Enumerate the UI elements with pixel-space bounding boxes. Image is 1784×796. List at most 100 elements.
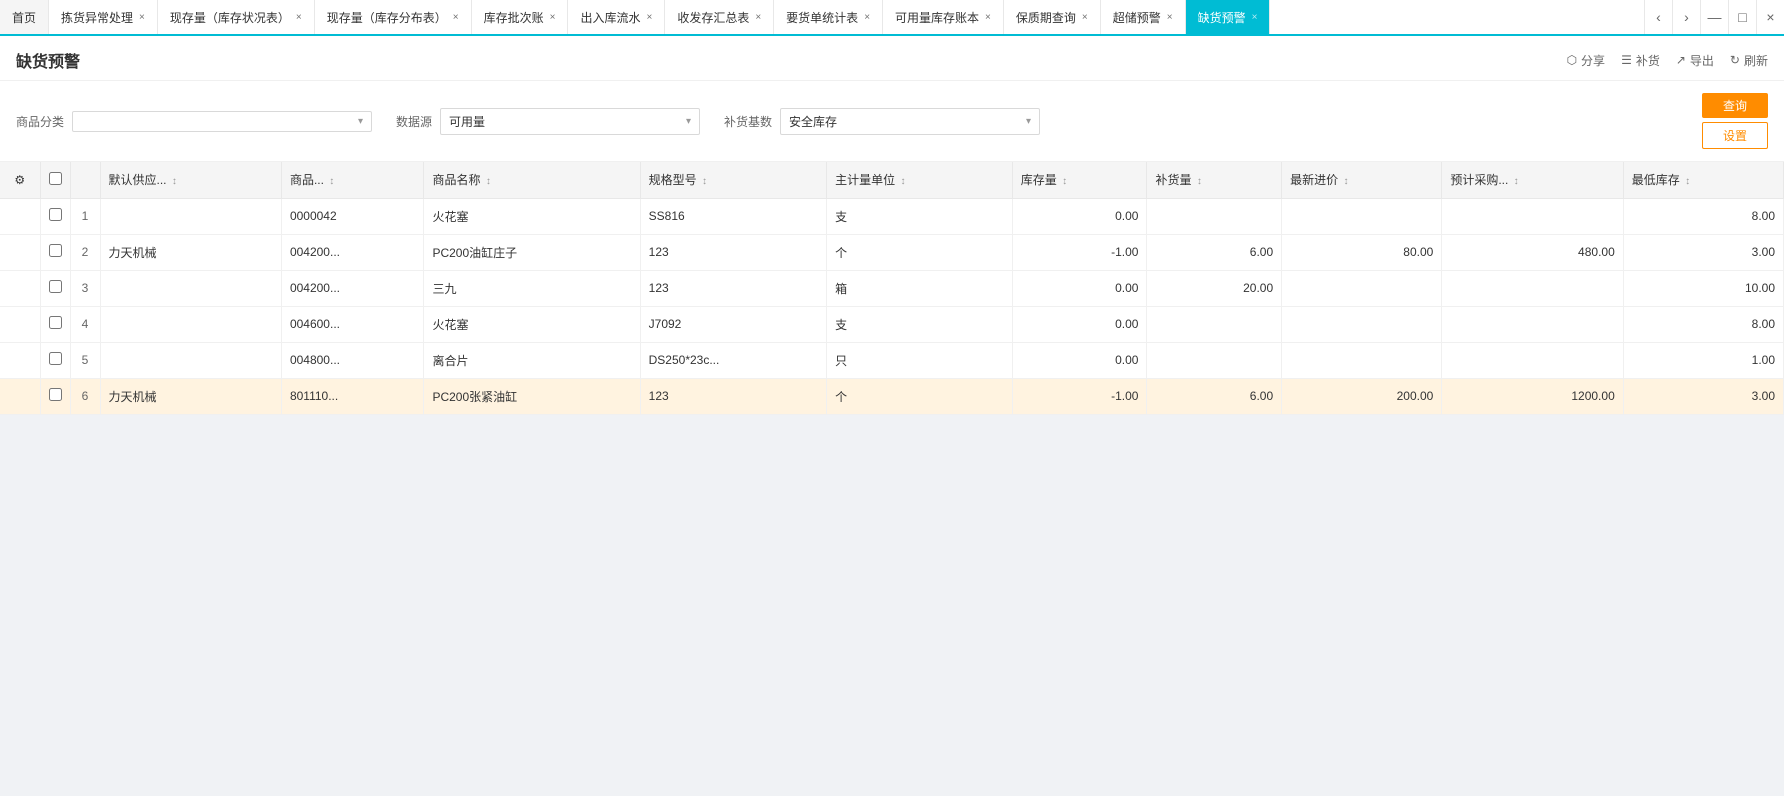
tab-flow[interactable]: 出入库流水 ×: [568, 0, 665, 34]
table-body: 1 0000042 火花塞 SS816 支 0.00 8.00 2 力天机械 0…: [0, 198, 1784, 414]
tab-nav-buttons: ‹ › — □ ×: [1644, 0, 1784, 35]
row-checkbox-cell-3[interactable]: [40, 306, 70, 342]
tab-close-batch[interactable]: ×: [550, 12, 556, 23]
col-unit[interactable]: 主计量单位 ↕: [827, 162, 1013, 198]
row-latest-price-5: 200.00: [1282, 378, 1442, 414]
table-row: 6 力天机械 801110... PC200张紧油缸 123 个 -1.00 6…: [0, 378, 1784, 414]
row-checkbox-1[interactable]: [49, 244, 62, 257]
row-unit-2: 箱: [827, 270, 1013, 306]
query-button[interactable]: 查询: [1702, 93, 1768, 118]
datasource-select[interactable]: 可用量 ▾: [440, 108, 700, 135]
tab-close-abnormal[interactable]: ×: [139, 12, 145, 23]
tab-stock-status[interactable]: 现存量（库存状况表） ×: [158, 0, 315, 34]
productcode-sort-icon: ↕: [329, 176, 334, 187]
row-gear-4: [0, 342, 40, 378]
row-product-name-1: PC200油缸庄子: [424, 234, 640, 270]
tab-close-stock-status[interactable]: ×: [296, 12, 302, 23]
col-gear[interactable]: ⚙: [0, 162, 40, 198]
tab-close-overstock[interactable]: ×: [1167, 12, 1173, 23]
tab-stock-dist[interactable]: 现存量（库存分布表） ×: [315, 0, 472, 34]
row-unit-1: 个: [827, 234, 1013, 270]
row-checkbox-5[interactable]: [49, 388, 62, 401]
row-checkbox-cell-0[interactable]: [40, 198, 70, 234]
tab-close-shortage[interactable]: ×: [1252, 12, 1258, 23]
tab-abnormal[interactable]: 拣货异常处理 ×: [49, 0, 158, 34]
col-rownum: [70, 162, 100, 198]
unit-sort-icon: ↕: [900, 176, 905, 187]
row-checkbox-cell-5[interactable]: [40, 378, 70, 414]
replenish-base-dropdown-icon: ▾: [1026, 116, 1031, 127]
row-checkbox-4[interactable]: [49, 352, 62, 365]
row-min-stock-5: 3.00: [1623, 378, 1783, 414]
row-spec-1: 123: [640, 234, 826, 270]
col-checkbox-header[interactable]: [40, 162, 70, 198]
row-min-stock-0: 8.00: [1623, 198, 1783, 234]
tab-close-expiry[interactable]: ×: [1082, 12, 1088, 23]
tab-overstock[interactable]: 超储预警 ×: [1101, 0, 1186, 34]
category-dropdown-icon: ▾: [358, 116, 363, 127]
filter-bar: 商品分类 ▾ 数据源 可用量 ▾ 补货基数 安全库存 ▾ 查询 设置: [0, 81, 1784, 162]
gear-header-icon[interactable]: ⚙: [14, 173, 25, 187]
row-replenish-0: [1147, 198, 1282, 234]
tab-requisition[interactable]: 要货单统计表 ×: [774, 0, 883, 34]
refresh-button[interactable]: ↻ 刷新: [1730, 52, 1768, 69]
window-maximize[interactable]: □: [1728, 0, 1756, 35]
row-checkbox-cell-1[interactable]: [40, 234, 70, 270]
row-checkbox-0[interactable]: [49, 208, 62, 221]
row-product-code-2: 004200...: [281, 270, 424, 306]
col-product-name[interactable]: 商品名称 ↕: [424, 162, 640, 198]
row-estimated-5: 1200.00: [1442, 378, 1623, 414]
col-product-code[interactable]: 商品... ↕: [281, 162, 424, 198]
tab-scroll-left[interactable]: ‹: [1644, 0, 1672, 35]
tab-batch[interactable]: 库存批次账 ×: [472, 0, 569, 34]
tab-scroll-right[interactable]: ›: [1672, 0, 1700, 35]
window-minimize[interactable]: —: [1700, 0, 1728, 35]
tab-shortage[interactable]: 缺货预警 ×: [1186, 0, 1271, 34]
row-stock-5: -1.00: [1012, 378, 1147, 414]
window-close[interactable]: ×: [1756, 0, 1784, 35]
col-latest-price[interactable]: 最新进价 ↕: [1282, 162, 1442, 198]
col-estimated[interactable]: 预计采购... ↕: [1442, 162, 1623, 198]
tab-summary[interactable]: 收发存汇总表 ×: [665, 0, 774, 34]
row-gear-1: [0, 234, 40, 270]
col-supplier[interactable]: 默认供应... ↕: [100, 162, 281, 198]
replenish-base-label: 补货基数: [724, 113, 772, 130]
tab-expiry[interactable]: 保质期查询 ×: [1004, 0, 1101, 34]
col-min-stock[interactable]: 最低库存 ↕: [1623, 162, 1783, 198]
tab-close-requisition[interactable]: ×: [864, 12, 870, 23]
replenish-base-select[interactable]: 安全库存 ▾: [780, 108, 1040, 135]
row-spec-2: 123: [640, 270, 826, 306]
table-container: ⚙ 默认供应... ↕ 商品... ↕ 商品名称: [0, 162, 1784, 415]
row-supplier-2: [100, 270, 281, 306]
row-stock-2: 0.00: [1012, 270, 1147, 306]
row-product-code-3: 004600...: [281, 306, 424, 342]
export-button[interactable]: ↗ 导出: [1676, 52, 1714, 69]
share-button[interactable]: ⬡ 分享: [1567, 52, 1606, 69]
col-replenish[interactable]: 补货量 ↕: [1147, 162, 1282, 198]
col-stock[interactable]: 库存量 ↕: [1012, 162, 1147, 198]
table-row: 1 0000042 火花塞 SS816 支 0.00 8.00: [0, 198, 1784, 234]
replenish-button[interactable]: ☰ 补货: [1621, 52, 1660, 69]
table-row: 5 004800... 离合片 DS250*23c... 只 0.00 1.00: [0, 342, 1784, 378]
productname-sort-icon: ↕: [486, 176, 491, 187]
category-select[interactable]: ▾: [72, 111, 372, 132]
tab-available[interactable]: 可用量库存账本 ×: [883, 0, 1004, 34]
row-stock-1: -1.00: [1012, 234, 1147, 270]
row-checkbox-cell-4[interactable]: [40, 342, 70, 378]
tab-home[interactable]: 首页: [0, 0, 49, 34]
row-checkbox-3[interactable]: [49, 316, 62, 329]
row-checkbox-2[interactable]: [49, 280, 62, 293]
tab-close-flow[interactable]: ×: [646, 12, 652, 23]
filter-replenish-base: 补货基数 安全库存 ▾: [724, 108, 1040, 135]
settings-button[interactable]: 设置: [1702, 122, 1768, 149]
page-header: 缺货预警 ⬡ 分享 ☰ 补货 ↗ 导出 ↻ 刷新: [0, 36, 1784, 81]
tab-close-summary[interactable]: ×: [755, 12, 761, 23]
select-all-checkbox[interactable]: [49, 172, 62, 185]
row-spec-5: 123: [640, 378, 826, 414]
row-checkbox-cell-2[interactable]: [40, 270, 70, 306]
tab-close-stock-dist[interactable]: ×: [453, 12, 459, 23]
row-unit-3: 支: [827, 306, 1013, 342]
stock-sort-icon: ↕: [1062, 176, 1067, 187]
col-spec[interactable]: 规格型号 ↕: [640, 162, 826, 198]
tab-close-available[interactable]: ×: [985, 12, 991, 23]
